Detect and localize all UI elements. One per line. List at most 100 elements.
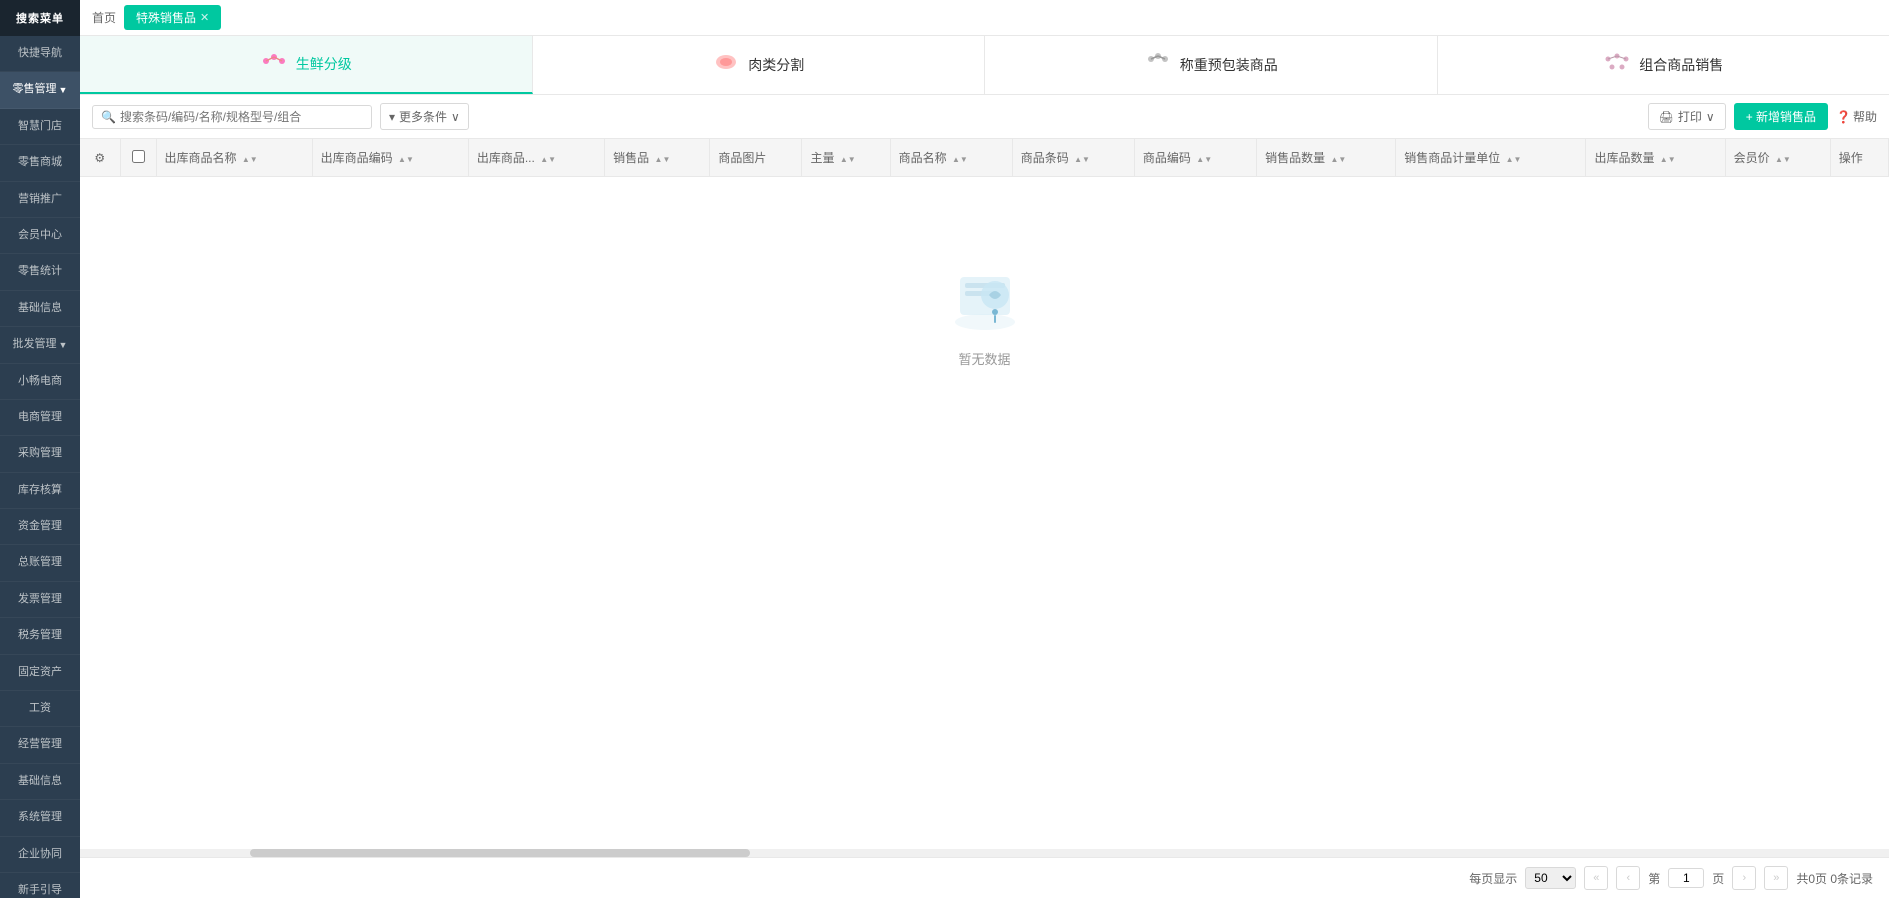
page-suffix: 页 xyxy=(1712,870,1724,887)
settings-icon: ⚙ xyxy=(94,151,105,165)
sidebar-item-label: 电商管理 xyxy=(18,411,62,423)
last-page-btn[interactable]: » xyxy=(1764,866,1788,890)
next-page-btn[interactable]: › xyxy=(1732,866,1756,890)
th-product-name[interactable]: 商品名称 ▲▼ xyxy=(890,139,1012,177)
sidebar-item-inventory[interactable]: 库存核算 xyxy=(0,473,80,509)
cat-tab-weigh-label: 称重预包装商品 xyxy=(1180,55,1278,75)
sidebar-item-label: 企业协同 xyxy=(18,848,62,860)
table-wrapper: ⚙ 出库商品名称 ▲▼ 出库商品编码 ▲▼ 出库商品... xyxy=(80,139,1889,849)
sidebar-item-ecom-mgmt[interactable]: 电商管理 xyxy=(0,400,80,436)
th-main-qty[interactable]: 主量 ▲▼ xyxy=(802,139,890,177)
sidebar-item-marketing[interactable]: 营销推广 xyxy=(0,182,80,218)
th-out-product-name[interactable]: 出库商品名称 ▲▼ xyxy=(156,139,312,177)
sidebar-logo[interactable]: 搜索菜单 xyxy=(0,0,80,36)
cat-tab-combo[interactable]: 组合商品销售 xyxy=(1438,36,1889,94)
th-sale-product[interactable]: 销售品 ▲▼ xyxy=(605,139,710,177)
horizontal-scroll[interactable] xyxy=(80,849,1889,857)
close-icon[interactable]: ✕ xyxy=(200,11,209,24)
th-out-qty[interactable]: 出库品数量 ▲▼ xyxy=(1586,139,1725,177)
first-page-btn[interactable]: « xyxy=(1584,866,1608,890)
cat-tab-meat-label: 肉类分割 xyxy=(748,55,804,75)
per-page-select[interactable]: 50 10 20 100 xyxy=(1525,867,1576,889)
topbar-active-tab[interactable]: 特殊销售品 ✕ xyxy=(124,5,221,30)
sidebar-item-operations-mgmt[interactable]: 经营管理 xyxy=(0,727,80,763)
sidebar-item-invoice-mgmt[interactable]: 发票管理 xyxy=(0,582,80,618)
empty-text: 暂无数据 xyxy=(958,349,1010,368)
print-icon: 🖨 xyxy=(1659,110,1674,124)
sidebar-item-fixed-assets[interactable]: 固定资产 xyxy=(0,655,80,691)
search-box[interactable]: 🔍 xyxy=(92,105,372,129)
sidebar-item-enterprise[interactable]: 企业协同 xyxy=(0,837,80,873)
chevron-down-icon-2: ▼ xyxy=(59,339,68,352)
scroll-thumb[interactable] xyxy=(250,849,750,857)
sort-icon-12: ▲▼ xyxy=(1775,156,1791,164)
sidebar-item-ledger[interactable]: 总账管理 xyxy=(0,545,80,581)
help-button[interactable]: ❓ 帮助 xyxy=(1836,108,1877,125)
page-input[interactable] xyxy=(1668,868,1704,888)
th-member-price[interactable]: 会员价 ▲▼ xyxy=(1725,139,1830,177)
sidebar-item-label: 会员中心 xyxy=(18,229,62,241)
sidebar-item-finance-mgmt[interactable]: 资金管理 xyxy=(0,509,80,545)
chevron-icon: ∨ xyxy=(451,110,460,124)
sidebar-item-retail-mall[interactable]: 零售商城 xyxy=(0,145,80,181)
th-out-product-code[interactable]: 出库商品编码 ▲▼ xyxy=(312,139,468,177)
sidebar-item-retail-mgmt[interactable]: 零售管理 ▼ xyxy=(0,72,80,108)
th-settings[interactable]: ⚙ xyxy=(80,139,120,177)
add-sale-button[interactable]: + 新增销售品 xyxy=(1734,103,1828,130)
sidebar-item-retail-stats[interactable]: 零售统计 xyxy=(0,254,80,290)
search-input[interactable] xyxy=(120,110,360,124)
fresh-icon xyxy=(260,50,288,78)
search-icon: 🔍 xyxy=(101,110,116,124)
th-product-image: 商品图片 xyxy=(710,139,802,177)
sort-icon-10: ▲▼ xyxy=(1506,156,1522,164)
th-checkbox[interactable] xyxy=(120,139,156,177)
sidebar-item-member[interactable]: 会员中心 xyxy=(0,218,80,254)
sidebar-item-wholesale-mgmt[interactable]: 批发管理 ▼ xyxy=(0,327,80,363)
sidebar-item-wages[interactable]: 工资 xyxy=(0,691,80,727)
sidebar-item-tax-mgmt[interactable]: 税务管理 xyxy=(0,618,80,654)
total-label: 共0页 0条记录 xyxy=(1796,870,1873,887)
th-sale-qty[interactable]: 销售品数量 ▲▼ xyxy=(1257,139,1396,177)
topbar-tab-label: 特殊销售品 xyxy=(136,9,196,26)
sidebar-item-label: 营销推广 xyxy=(18,193,62,205)
sidebar: 搜索菜单 快捷导航 零售管理 ▼ 智慧门店 零售商城 营销推广 会员中心 零售统… xyxy=(0,0,80,898)
sidebar-item-label: 经营管理 xyxy=(18,738,62,750)
topbar-home-link[interactable]: 首页 xyxy=(92,9,116,26)
sidebar-item-label: 总账管理 xyxy=(18,556,62,568)
sidebar-item-purchase-mgmt[interactable]: 采购管理 xyxy=(0,436,80,472)
prev-page-btn[interactable]: ‹ xyxy=(1616,866,1640,890)
th-product-code[interactable]: 商品编码 ▲▼ xyxy=(1134,139,1256,177)
sidebar-item-basic-info-1[interactable]: 基础信息 xyxy=(0,291,80,327)
dropdown-arrow-icon: ∨ xyxy=(1706,110,1715,124)
sidebar-item-ecom-small[interactable]: 小畅电商 xyxy=(0,364,80,400)
th-operations: 操作 xyxy=(1830,139,1888,177)
sidebar-item-smart-store[interactable]: 智慧门店 xyxy=(0,109,80,145)
cat-tab-combo-label: 组合商品销售 xyxy=(1639,55,1723,75)
select-all-checkbox[interactable] xyxy=(132,150,145,163)
topbar: 首页 特殊销售品 ✕ xyxy=(80,0,1889,36)
filter-icon: ▾ xyxy=(389,110,395,124)
th-out-product-extra[interactable]: 出库商品... ▲▼ xyxy=(468,139,604,177)
meat-icon xyxy=(712,51,740,79)
sidebar-item-system-mgmt[interactable]: 系统管理 xyxy=(0,800,80,836)
filter-button[interactable]: ▾ 更多条件 ∨ xyxy=(380,103,469,130)
th-product-barcode[interactable]: 商品条码 ▲▼ xyxy=(1012,139,1134,177)
cat-tab-fresh[interactable]: 生鲜分级 xyxy=(80,36,533,94)
sidebar-item-label: 资金管理 xyxy=(18,520,62,532)
sort-icon-8: ▲▼ xyxy=(1196,156,1212,164)
toolbar-right: 🖨 打印 ∨ + 新增销售品 ❓ 帮助 xyxy=(1648,103,1877,130)
sidebar-item-label: 系统管理 xyxy=(18,811,62,823)
th-sale-unit[interactable]: 销售商品计量单位 ▲▼ xyxy=(1396,139,1586,177)
cat-tab-fresh-label: 生鲜分级 xyxy=(296,54,352,74)
sort-icon-7: ▲▼ xyxy=(1074,156,1090,164)
sidebar-item-label: 小畅电商 xyxy=(18,375,62,387)
sidebar-item-basic-info-2[interactable]: 基础信息 xyxy=(0,764,80,800)
cat-tab-weigh[interactable]: 称重预包装商品 xyxy=(985,36,1438,94)
main-content: 首页 特殊销售品 ✕ 生鲜分级 xyxy=(80,0,1889,898)
sidebar-item-search[interactable]: 快捷导航 xyxy=(0,36,80,72)
table-header-row: ⚙ 出库商品名称 ▲▼ 出库商品编码 ▲▼ 出库商品... xyxy=(80,139,1889,177)
page-label: 第 xyxy=(1648,870,1660,887)
print-button[interactable]: 🖨 打印 ∨ xyxy=(1648,103,1726,130)
cat-tab-meat[interactable]: 肉类分割 xyxy=(533,36,986,94)
sidebar-item-newbie[interactable]: 新手引导 xyxy=(0,873,80,898)
